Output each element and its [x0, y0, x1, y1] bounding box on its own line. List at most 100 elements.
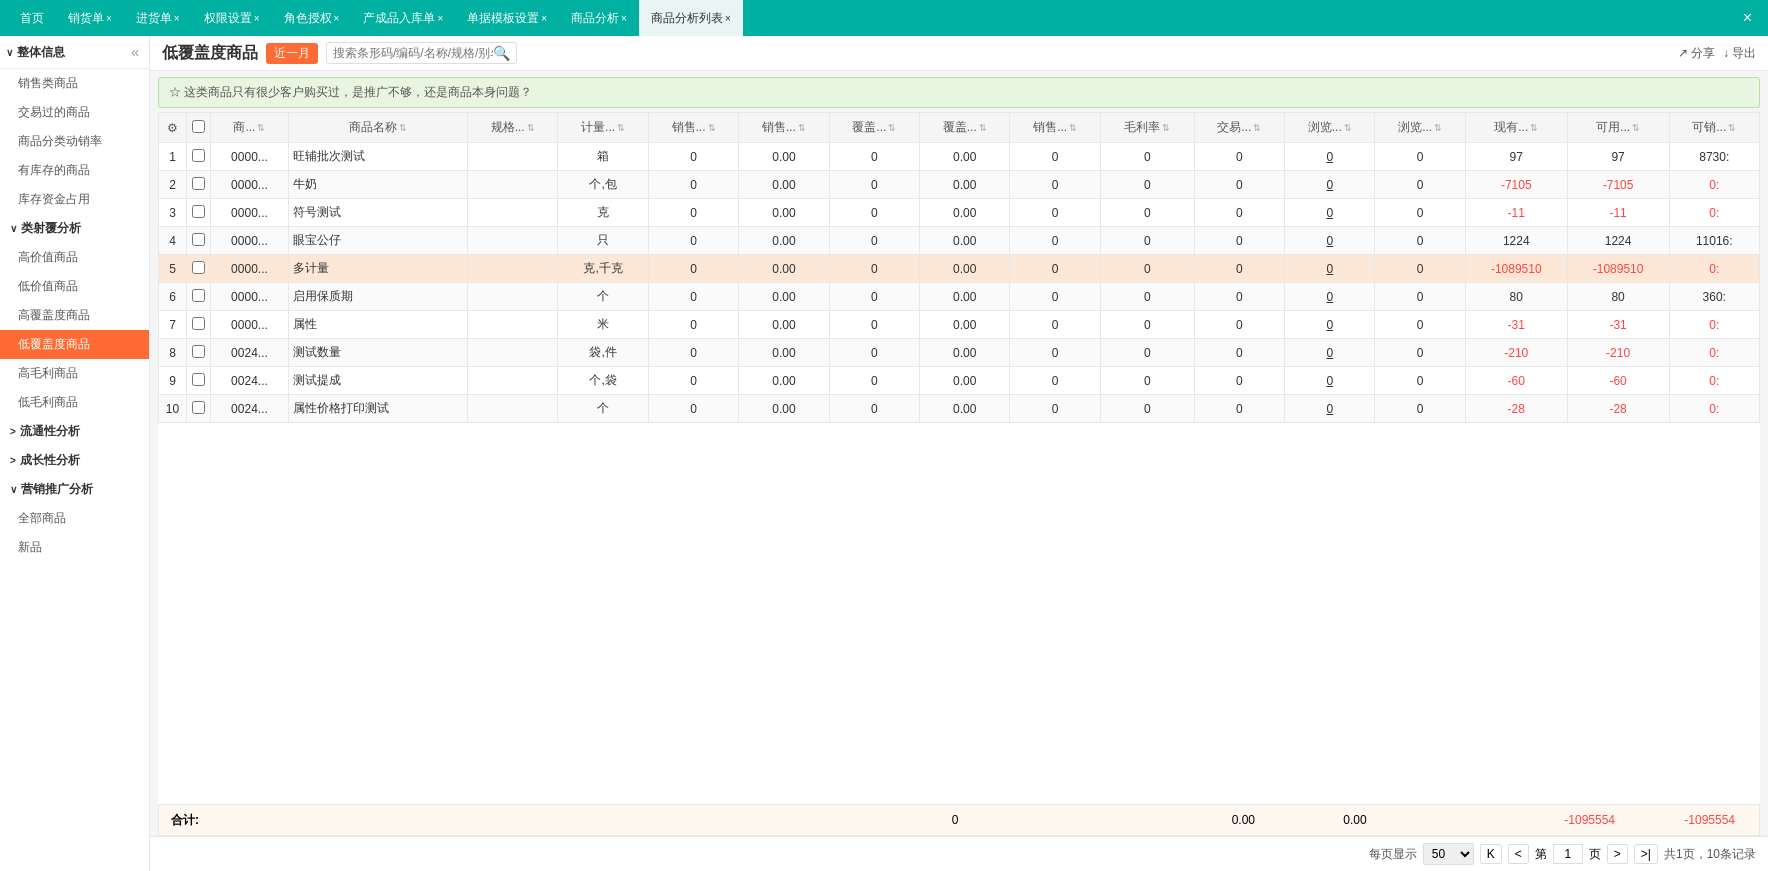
sidebar-marketing-section[interactable]: ∨ 营销推广分析: [0, 475, 149, 504]
th-unit[interactable]: 计量...⇅: [558, 113, 648, 143]
page-size-select[interactable]: 50 20 100: [1423, 843, 1474, 865]
page-number-input[interactable]: [1553, 844, 1583, 864]
row-checkbox[interactable]: [192, 373, 205, 386]
cell-browse1[interactable]: 0: [1285, 143, 1375, 171]
th-available[interactable]: 可用...⇅: [1567, 113, 1669, 143]
sidebar-item-high-coverage[interactable]: 高覆盖度商品: [0, 301, 149, 330]
share-button[interactable]: ↗ 分享: [1678, 45, 1715, 62]
sidebar-item-stock-capital[interactable]: 库存资金占用: [0, 185, 149, 214]
row-checkbox[interactable]: [192, 345, 205, 358]
th-sale-rate[interactable]: 销售...⇅: [1010, 113, 1100, 143]
sidebar-item-high-margin[interactable]: 高毛利商品: [0, 359, 149, 388]
nav-sales[interactable]: 销货单 ×: [56, 0, 124, 36]
sidebar-growth-section[interactable]: > 成长性分析: [0, 446, 149, 475]
sidebar-item-in-stock[interactable]: 有库存的商品: [0, 156, 149, 185]
close-nav-permissions[interactable]: ×: [254, 13, 260, 24]
cell-browse1[interactable]: 0: [1285, 171, 1375, 199]
cell-margin: 0: [1100, 311, 1194, 339]
sidebar-item-low-margin[interactable]: 低毛利商品: [0, 388, 149, 417]
th-current[interactable]: 现有...⇅: [1465, 113, 1567, 143]
cell-checkbox[interactable]: [187, 339, 211, 367]
th-sellable[interactable]: 可销...⇅: [1669, 113, 1760, 143]
nav-home[interactable]: 首页: [8, 0, 56, 36]
close-nav-products-in[interactable]: ×: [437, 13, 443, 24]
cell-checkbox[interactable]: [187, 143, 211, 171]
sidebar-item-low-value[interactable]: 低价值商品: [0, 272, 149, 301]
nav-permissions[interactable]: 权限设置 ×: [192, 0, 272, 36]
sidebar-overview-section[interactable]: ∨ 整体信息: [6, 44, 65, 61]
th-cover2[interactable]: 覆盖...⇅: [920, 113, 1010, 143]
row-checkbox[interactable]: [192, 289, 205, 302]
cell-browse1[interactable]: 0: [1285, 395, 1375, 423]
cell-checkbox[interactable]: [187, 199, 211, 227]
th-name[interactable]: 商品名称⇅: [288, 113, 467, 143]
prev-page-button[interactable]: <: [1508, 844, 1529, 864]
close-window-button[interactable]: ×: [1735, 9, 1760, 27]
sidebar-item-low-coverage[interactable]: 低覆盖度商品: [0, 330, 149, 359]
sidebar-coverage-section[interactable]: ∨ 类射覆分析: [0, 214, 149, 243]
row-checkbox[interactable]: [192, 177, 205, 190]
cell-checkbox[interactable]: [187, 283, 211, 311]
row-checkbox[interactable]: [192, 261, 205, 274]
sidebar-item-sales-products[interactable]: 销售类商品: [0, 69, 149, 98]
cell-checkbox[interactable]: [187, 227, 211, 255]
close-nav-product-analysis-list[interactable]: ×: [725, 13, 731, 24]
cell-browse1[interactable]: 0: [1285, 311, 1375, 339]
close-nav-roles[interactable]: ×: [334, 13, 340, 24]
period-button[interactable]: 近一月: [266, 43, 318, 64]
cell-browse1[interactable]: 0: [1285, 283, 1375, 311]
select-all-checkbox[interactable]: [192, 120, 205, 133]
search-box[interactable]: 🔍: [326, 42, 517, 64]
search-input[interactable]: [333, 46, 493, 60]
nav-product-analysis[interactable]: 商品分析 ×: [559, 0, 639, 36]
cell-browse1[interactable]: 0: [1285, 255, 1375, 283]
cell-browse1[interactable]: 0: [1285, 227, 1375, 255]
cell-browse1[interactable]: 0: [1285, 199, 1375, 227]
th-settings[interactable]: ⚙: [159, 113, 187, 143]
th-sale-qty[interactable]: 销售...⇅: [648, 113, 738, 143]
next-page-button[interactable]: >: [1607, 844, 1628, 864]
export-button[interactable]: ↓ 导出: [1723, 45, 1756, 62]
th-trade[interactable]: 交易...⇅: [1194, 113, 1284, 143]
cell-checkbox[interactable]: [187, 367, 211, 395]
cell-browse1[interactable]: 0: [1285, 339, 1375, 367]
first-page-button[interactable]: K: [1480, 844, 1502, 864]
last-page-button[interactable]: >|: [1634, 844, 1658, 864]
close-nav-sales[interactable]: ×: [106, 13, 112, 24]
nav-roles[interactable]: 角色授权 ×: [272, 0, 352, 36]
nav-template[interactable]: 单据模板设置 ×: [455, 0, 559, 36]
nav-purchase[interactable]: 进货单 ×: [124, 0, 192, 36]
cell-browse1[interactable]: 0: [1285, 367, 1375, 395]
row-checkbox[interactable]: [192, 401, 205, 414]
th-sale-amt[interactable]: 销售...⇅: [739, 113, 829, 143]
sidebar-collapse-button[interactable]: «: [127, 40, 143, 64]
th-browse2[interactable]: 浏览...⇅: [1375, 113, 1465, 143]
th-margin[interactable]: 毛利率⇅: [1100, 113, 1194, 143]
search-icon[interactable]: 🔍: [493, 45, 510, 61]
th-code[interactable]: 商...⇅: [211, 113, 289, 143]
th-cover1[interactable]: 覆盖...⇅: [829, 113, 919, 143]
close-nav-product-analysis[interactable]: ×: [621, 13, 627, 24]
close-nav-template[interactable]: ×: [541, 13, 547, 24]
row-checkbox[interactable]: [192, 149, 205, 162]
cell-checkbox[interactable]: [187, 395, 211, 423]
cell-sale-rate: 0: [1010, 255, 1100, 283]
th-spec[interactable]: 规格...⇅: [468, 113, 558, 143]
sidebar-item-all-products[interactable]: 全部商品: [0, 504, 149, 533]
sidebar-item-category-rate[interactable]: 商品分类动销率: [0, 127, 149, 156]
close-nav-purchase[interactable]: ×: [174, 13, 180, 24]
sidebar-item-high-value[interactable]: 高价值商品: [0, 243, 149, 272]
sidebar-item-new-products[interactable]: 新品: [0, 533, 149, 562]
row-checkbox[interactable]: [192, 205, 205, 218]
row-checkbox[interactable]: [192, 317, 205, 330]
th-checkbox[interactable]: [187, 113, 211, 143]
nav-product-analysis-list[interactable]: 商品分析列表 ×: [639, 0, 743, 36]
th-browse1[interactable]: 浏览...⇅: [1285, 113, 1375, 143]
nav-products-in[interactable]: 产成品入库单 ×: [351, 0, 455, 36]
cell-checkbox[interactable]: [187, 311, 211, 339]
cell-checkbox[interactable]: [187, 255, 211, 283]
sidebar-flow-section[interactable]: > 流通性分析: [0, 417, 149, 446]
row-checkbox[interactable]: [192, 233, 205, 246]
cell-checkbox[interactable]: [187, 171, 211, 199]
sidebar-item-traded-products[interactable]: 交易过的商品: [0, 98, 149, 127]
